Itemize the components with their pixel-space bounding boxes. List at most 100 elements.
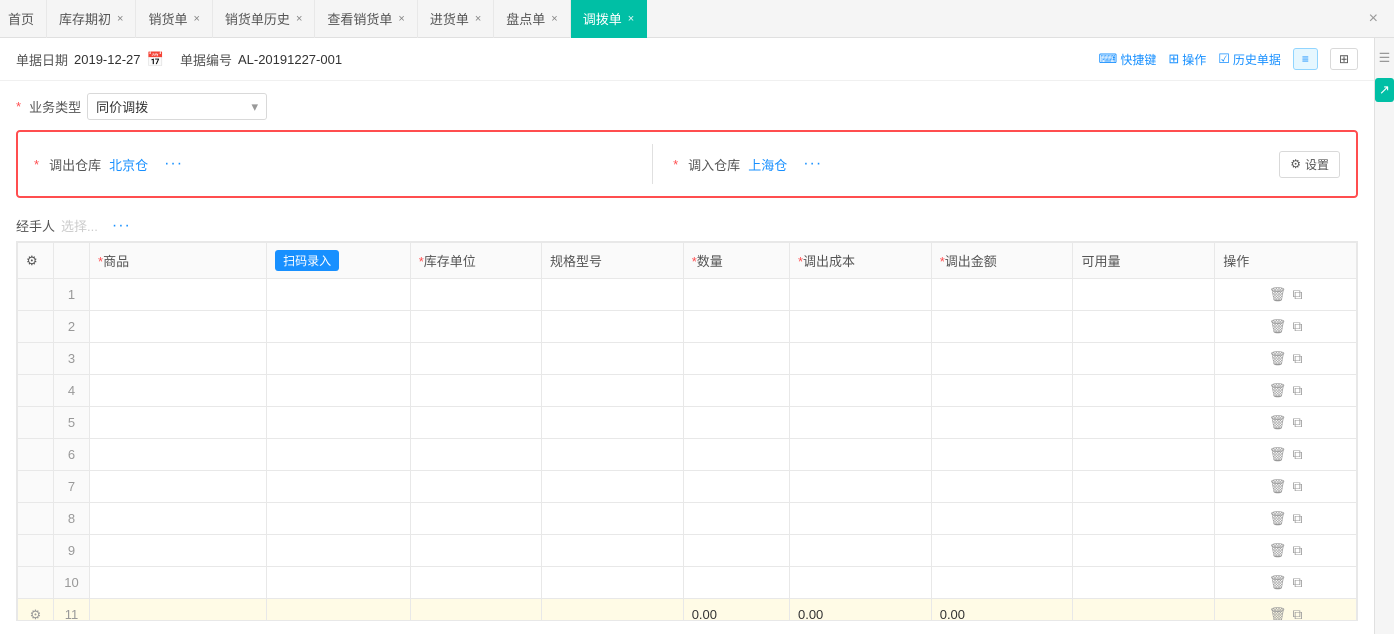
sidebar-list-icon[interactable]: ☰ [1375,46,1394,70]
global-close-button[interactable]: × [1361,10,1386,28]
copy-icon[interactable]: ⧉ [1292,350,1302,367]
row-qty-cell[interactable] [683,535,789,567]
row-product-cell[interactable] [90,279,267,311]
tab-home[interactable]: 首页 [8,0,47,38]
tab-purchase-order-close[interactable]: × [475,13,481,25]
delete-icon[interactable]: 🗑 [1269,606,1287,621]
tab-sales-history-close[interactable]: × [296,13,302,25]
row-product-cell[interactable] [90,311,267,343]
out-warehouse-more-icon[interactable]: ··· [164,155,183,173]
business-type-select[interactable]: 同价调拨 ▾ [87,93,267,120]
row-product-cell[interactable] [90,567,267,599]
copy-icon[interactable]: ⧉ [1292,510,1302,527]
copy-icon[interactable]: ⧉ [1292,382,1302,399]
row-product-cell[interactable] [90,375,267,407]
row-cost-cell[interactable] [789,503,931,535]
sidebar-external-icon[interactable]: ↗ [1375,78,1394,102]
tab-inventory-init-close[interactable]: × [117,13,123,25]
operations-button[interactable]: ⊞ 操作 [1168,51,1206,68]
row-product-cell[interactable] [90,535,267,567]
row-cost-cell[interactable] [789,279,931,311]
row-product-cell[interactable] [90,471,267,503]
in-warehouse-value[interactable]: 上海仓 [748,155,787,174]
delete-icon[interactable]: 🗑 [1269,542,1287,559]
delete-icon[interactable]: 🗑 [1269,414,1287,431]
scan-button[interactable]: 扫码录入 [275,250,339,271]
layout-grid-button[interactable]: ⊞ [1330,48,1358,70]
date-value[interactable]: 2019-12-27 [74,52,141,67]
handler-label: 经手人 [16,216,55,235]
row-amount-cell[interactable] [931,279,1073,311]
layout-list-button[interactable]: ≡ [1293,48,1318,70]
tab-transfer-order-close[interactable]: × [628,13,634,25]
row-qty-cell[interactable] [683,471,789,503]
delete-icon[interactable]: 🗑 [1269,382,1287,399]
delete-icon[interactable]: 🗑 [1269,286,1287,303]
row-qty-cell[interactable] [683,279,789,311]
delete-icon[interactable]: 🗑 [1269,350,1287,367]
in-warehouse-more-icon[interactable]: ··· [803,155,822,173]
col-header-settings[interactable]: ⚙ [18,243,54,279]
tab-transfer-order[interactable]: 调拨单 × [571,0,647,38]
handler-more-icon[interactable]: ··· [112,217,131,235]
settings-gear-icon[interactable]: ⚙ [26,253,38,268]
row-amount-cell[interactable] [931,471,1073,503]
tab-inventory-check[interactable]: 盘点单 × [494,0,570,38]
row-amount-cell[interactable] [931,311,1073,343]
row-qty-cell[interactable] [683,343,789,375]
copy-icon[interactable]: ⧉ [1292,574,1302,591]
row-qty-cell[interactable] [683,311,789,343]
copy-icon[interactable]: ⧉ [1292,478,1302,495]
tab-sales-order[interactable]: 销货单 × [136,0,212,38]
row-cost-cell[interactable] [789,471,931,503]
copy-icon[interactable]: ⧉ [1292,286,1302,303]
delete-icon[interactable]: 🗑 [1269,318,1287,335]
delete-icon[interactable]: 🗑 [1269,510,1287,527]
history-button[interactable]: ☑ 历史单据 [1218,51,1281,68]
subtotal-gear-icon[interactable]: ⚙ [30,607,42,622]
row-cost-cell[interactable] [789,375,931,407]
tab-inventory-init[interactable]: 库存期初 × [47,0,136,38]
tab-sales-history[interactable]: 销货单历史 × [213,0,315,38]
row-amount-cell[interactable] [931,407,1073,439]
row-cost-cell[interactable] [789,343,931,375]
copy-icon[interactable]: ⧉ [1292,542,1302,559]
copy-icon[interactable]: ⧉ [1292,414,1302,431]
tab-view-sales-close[interactable]: × [398,13,404,25]
row-product-cell[interactable] [90,343,267,375]
calendar-icon[interactable]: 📅 [147,51,164,68]
delete-icon[interactable]: 🗑 [1269,478,1287,495]
row-amount-cell[interactable] [931,343,1073,375]
row-product-cell[interactable] [90,439,267,471]
row-cost-cell[interactable] [789,567,931,599]
row-product-cell[interactable] [90,407,267,439]
row-qty-cell[interactable] [683,407,789,439]
shortcuts-button[interactable]: ⌨ 快捷键 [1099,51,1157,68]
copy-icon[interactable]: ⧉ [1292,318,1302,335]
handler-select[interactable]: 选择... [61,216,98,235]
copy-icon[interactable]: ⧉ [1292,446,1302,463]
row-cost-cell[interactable] [789,407,931,439]
out-warehouse-value[interactable]: 北京仓 [109,155,148,174]
delete-icon[interactable]: 🗑 [1269,446,1287,463]
tab-sales-order-close[interactable]: × [193,13,199,25]
row-cost-cell[interactable] [789,439,931,471]
copy-icon[interactable]: ⧉ [1292,606,1302,621]
row-amount-cell[interactable] [931,439,1073,471]
row-amount-cell[interactable] [931,535,1073,567]
tab-inventory-check-close[interactable]: × [551,13,557,25]
tab-purchase-order[interactable]: 进货单 × [418,0,494,38]
row-amount-cell[interactable] [931,503,1073,535]
row-qty-cell[interactable] [683,503,789,535]
row-amount-cell[interactable] [931,375,1073,407]
row-product-cell[interactable] [90,503,267,535]
row-qty-cell[interactable] [683,439,789,471]
row-cost-cell[interactable] [789,535,931,567]
delete-icon[interactable]: 🗑 [1269,574,1287,591]
tab-view-sales[interactable]: 查看销货单 × [315,0,417,38]
settings-button[interactable]: ⚙ 设置 [1279,151,1340,178]
row-amount-cell[interactable] [931,567,1073,599]
row-qty-cell[interactable] [683,375,789,407]
row-qty-cell[interactable] [683,567,789,599]
row-cost-cell[interactable] [789,311,931,343]
